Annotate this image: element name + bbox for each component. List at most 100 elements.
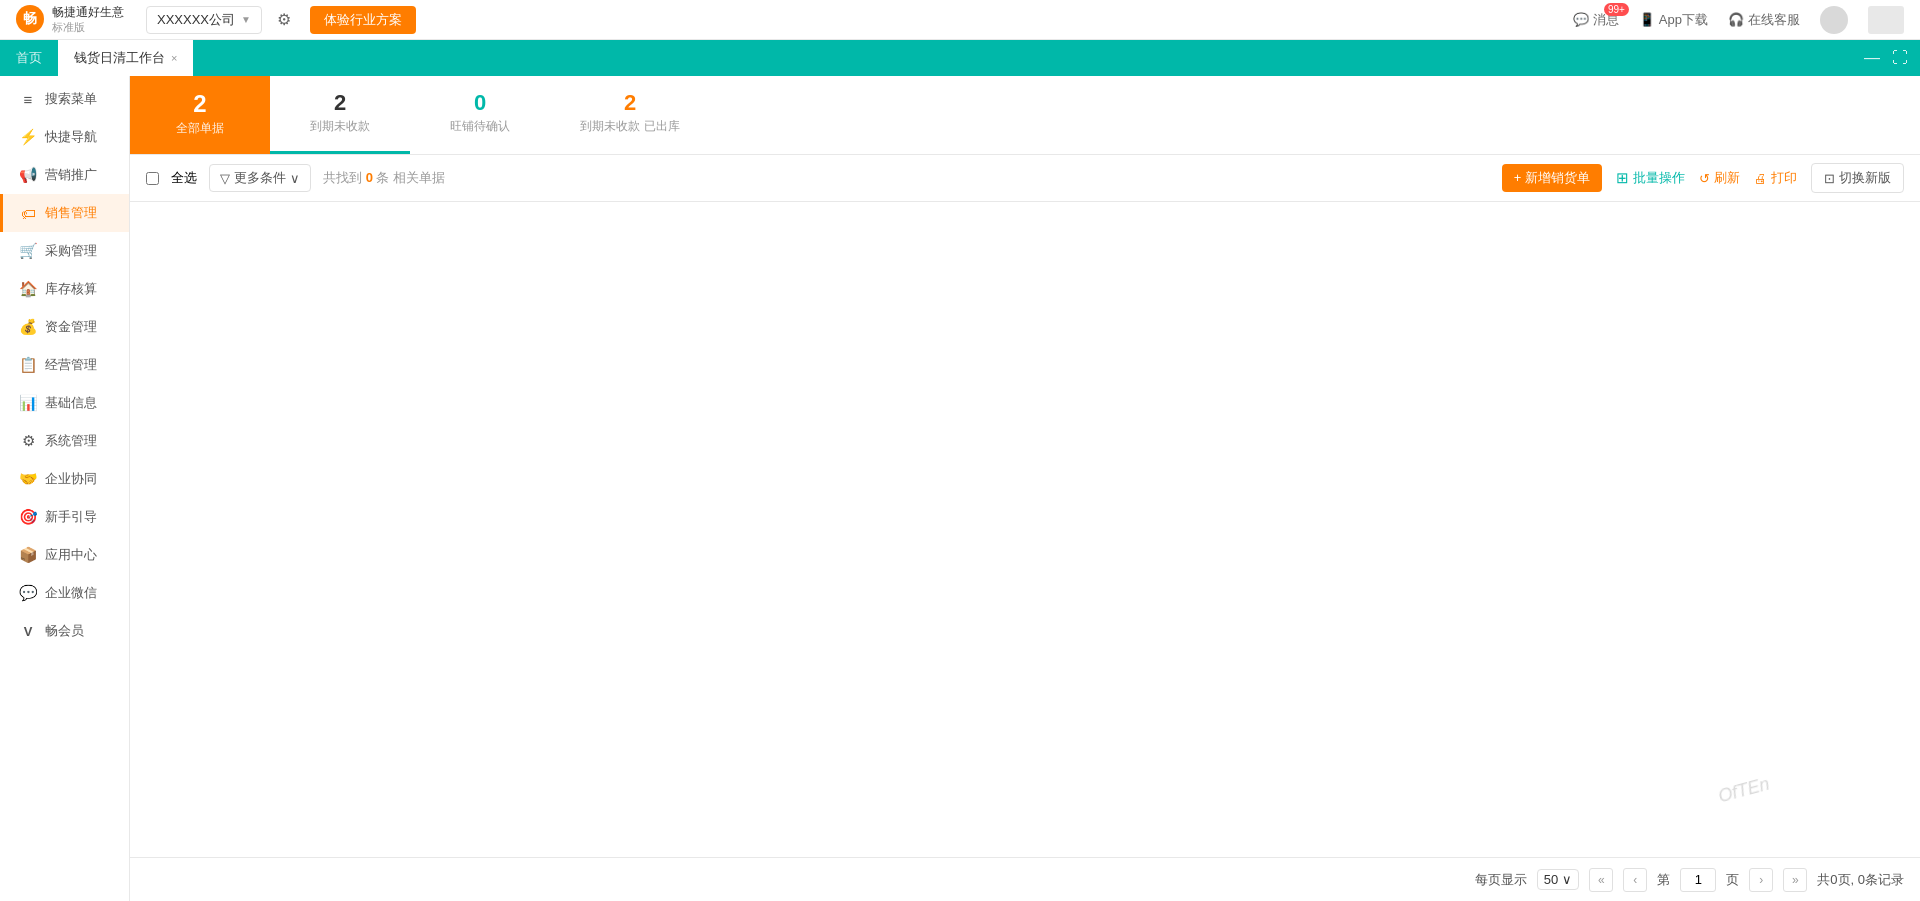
next-page-button[interactable]: › [1749, 868, 1773, 892]
app-center-icon: 📦 [19, 546, 37, 564]
stats-cards: 2 全部单据 2 到期未收款 0 旺铺待确认 2 到期未收款 已出库 [130, 76, 1920, 154]
online-service-button[interactable]: 🎧 在线客服 [1728, 11, 1800, 29]
service-icon: 🎧 [1728, 12, 1744, 27]
prev-page-button[interactable]: ‹ [1623, 868, 1647, 892]
trial-button[interactable]: 体验行业方案 [310, 6, 416, 34]
sidebar-label: 快捷导航 [45, 128, 97, 146]
message-badge: 99+ [1604, 3, 1629, 16]
batch-operation-button[interactable]: ⊞ 批量操作 [1616, 169, 1685, 187]
switch-version-button[interactable]: ⊡ 切换新版 [1811, 163, 1904, 193]
avatar[interactable] [1820, 6, 1848, 34]
batch-icon: ⊞ [1616, 169, 1629, 187]
menu-icon: ≡ [19, 91, 37, 108]
messages-button[interactable]: 💬 消息 99+ [1573, 11, 1619, 29]
sidebar-item-purchase[interactable]: 🛒 采购管理 [0, 232, 129, 270]
sidebar-label: 企业协同 [45, 470, 97, 488]
stat-number-pending: 0 [434, 90, 526, 116]
base-info-icon: 📊 [19, 394, 37, 412]
stat-number-shipped: 2 [574, 90, 686, 116]
sidebar-label: 应用中心 [45, 546, 97, 564]
stat-label-all: 全部单据 [154, 120, 246, 137]
more-filters-button[interactable]: ▽ 更多条件 ∨ [209, 164, 311, 192]
sidebar-item-inventory[interactable]: 🏠 库存核算 [0, 270, 129, 308]
chevron-down-icon: ▼ [241, 14, 251, 25]
stat-label-shipped: 到期未收款 已出库 [574, 118, 686, 135]
inventory-icon: 🏠 [19, 280, 37, 298]
stat-label-overdue: 到期未收款 [294, 118, 386, 135]
select-arrow-icon: ∨ [1562, 872, 1572, 887]
app-download-button[interactable]: 📱 App下载 [1639, 11, 1708, 29]
maximize-icon[interactable]: ⛶ [1892, 49, 1908, 67]
logo-text: 畅捷通好生意 标准版 [52, 5, 124, 35]
found-text: 共找到 0 条 相关单据 [323, 169, 445, 187]
stat-card-pending[interactable]: 0 旺铺待确认 [410, 76, 550, 154]
sidebar-label: 畅会员 [45, 622, 84, 640]
table-area [130, 202, 1920, 857]
stat-number-overdue: 2 [294, 90, 386, 116]
found-count: 0 [366, 170, 373, 185]
stats-row: 2 全部单据 2 到期未收款 0 旺铺待确认 2 到期未收款 已出库 [130, 76, 1920, 155]
sidebar-label: 新手引导 [45, 508, 97, 526]
page-size-select[interactable]: 50 ∨ [1537, 869, 1579, 890]
sidebar-label: 采购管理 [45, 242, 97, 260]
member-icon: V [19, 624, 37, 639]
sidebar-item-sales[interactable]: 🏷 销售管理 [0, 194, 129, 232]
sidebar: ≡ 搜索菜单 ⚡ 快捷导航 📢 营销推广 🏷 销售管理 🛒 采购管理 🏠 库存核… [0, 76, 130, 901]
wechat-icon: 💬 [19, 584, 37, 602]
stat-label-pending: 旺铺待确认 [434, 118, 526, 135]
restore-icon[interactable]: — [1864, 49, 1880, 67]
chevron-icon: ∨ [290, 171, 300, 186]
page-unit: 页 [1726, 871, 1739, 889]
stat-card-all[interactable]: 2 全部单据 [130, 76, 270, 154]
tab-home[interactable]: 首页 [0, 40, 58, 76]
nav-tabs: 首页 钱货日清工作台 × — ⛶ [0, 40, 1920, 76]
quick-nav-icon: ⚡ [19, 128, 37, 146]
first-page-button[interactable]: « [1589, 868, 1613, 892]
sidebar-item-member[interactable]: V 畅会员 [0, 612, 129, 650]
sidebar-item-wechat[interactable]: 💬 企业微信 [0, 574, 129, 612]
stat-card-overdue[interactable]: 2 到期未收款 [270, 76, 410, 154]
pagination: 每页显示 50 ∨ « ‹ 第 页 › » 共0页, 0条记录 [130, 857, 1920, 901]
guide-icon: 🎯 [19, 508, 37, 526]
purchase-icon: 🛒 [19, 242, 37, 260]
company-selector[interactable]: XXXXXX公司 ▼ [146, 6, 262, 34]
download-icon: 📱 [1639, 12, 1655, 27]
tab-actions: — ⛶ [1864, 49, 1920, 67]
marketing-icon: 📢 [19, 166, 37, 184]
tab-workbench[interactable]: 钱货日清工作台 × [58, 40, 193, 76]
sidebar-label: 基础信息 [45, 394, 97, 412]
sidebar-item-cooperation[interactable]: 🤝 企业协同 [0, 460, 129, 498]
sidebar-item-base-info[interactable]: 📊 基础信息 [0, 384, 129, 422]
sidebar-item-system[interactable]: ⚙ 系统管理 [0, 422, 129, 460]
toolbar: 全选 ▽ 更多条件 ∨ 共找到 0 条 相关单据 + 新增销货单 ⊞ 批量操作 … [130, 155, 1920, 202]
filter-icon: ▽ [220, 171, 230, 186]
sidebar-label: 资金管理 [45, 318, 97, 336]
page-input[interactable] [1680, 868, 1716, 892]
sidebar-item-app-center[interactable]: 📦 应用中心 [0, 536, 129, 574]
main-layout: ≡ 搜索菜单 ⚡ 快捷导航 📢 营销推广 🏷 销售管理 🛒 采购管理 🏠 库存核… [0, 76, 1920, 901]
sidebar-item-quick-nav[interactable]: ⚡ 快捷导航 [0, 118, 129, 156]
select-all-label: 全选 [171, 169, 197, 187]
add-sale-button[interactable]: + 新增销货单 [1502, 164, 1602, 192]
select-all-checkbox[interactable] [146, 172, 159, 185]
sidebar-label: 企业微信 [45, 584, 97, 602]
sidebar-item-marketing[interactable]: 📢 营销推广 [0, 156, 129, 194]
user-menu[interactable] [1868, 6, 1904, 34]
sidebar-item-operations[interactable]: 📋 经营管理 [0, 346, 129, 384]
finance-icon: 💰 [19, 318, 37, 336]
cooperation-icon: 🤝 [19, 470, 37, 488]
stat-card-shipped[interactable]: 2 到期未收款 已出库 [550, 76, 710, 154]
sidebar-item-guide[interactable]: 🎯 新手引导 [0, 498, 129, 536]
per-page-label: 每页显示 [1475, 871, 1527, 889]
sidebar-item-search-menu[interactable]: ≡ 搜索菜单 [0, 80, 129, 118]
settings-icon[interactable]: ⚙ [270, 6, 298, 34]
top-header: 畅 畅捷通好生意 标准版 XXXXXX公司 ▼ ⚙ 体验行业方案 💬 消息 99… [0, 0, 1920, 40]
system-icon: ⚙ [19, 432, 37, 450]
sidebar-item-finance[interactable]: 💰 资金管理 [0, 308, 129, 346]
print-button[interactable]: 🖨 打印 [1754, 169, 1797, 187]
refresh-button[interactable]: ↺ 刷新 [1699, 169, 1740, 187]
sidebar-label: 营销推广 [45, 166, 97, 184]
sales-icon: 🏷 [19, 205, 37, 222]
last-page-button[interactable]: » [1783, 868, 1807, 892]
close-tab-icon[interactable]: × [171, 52, 177, 64]
